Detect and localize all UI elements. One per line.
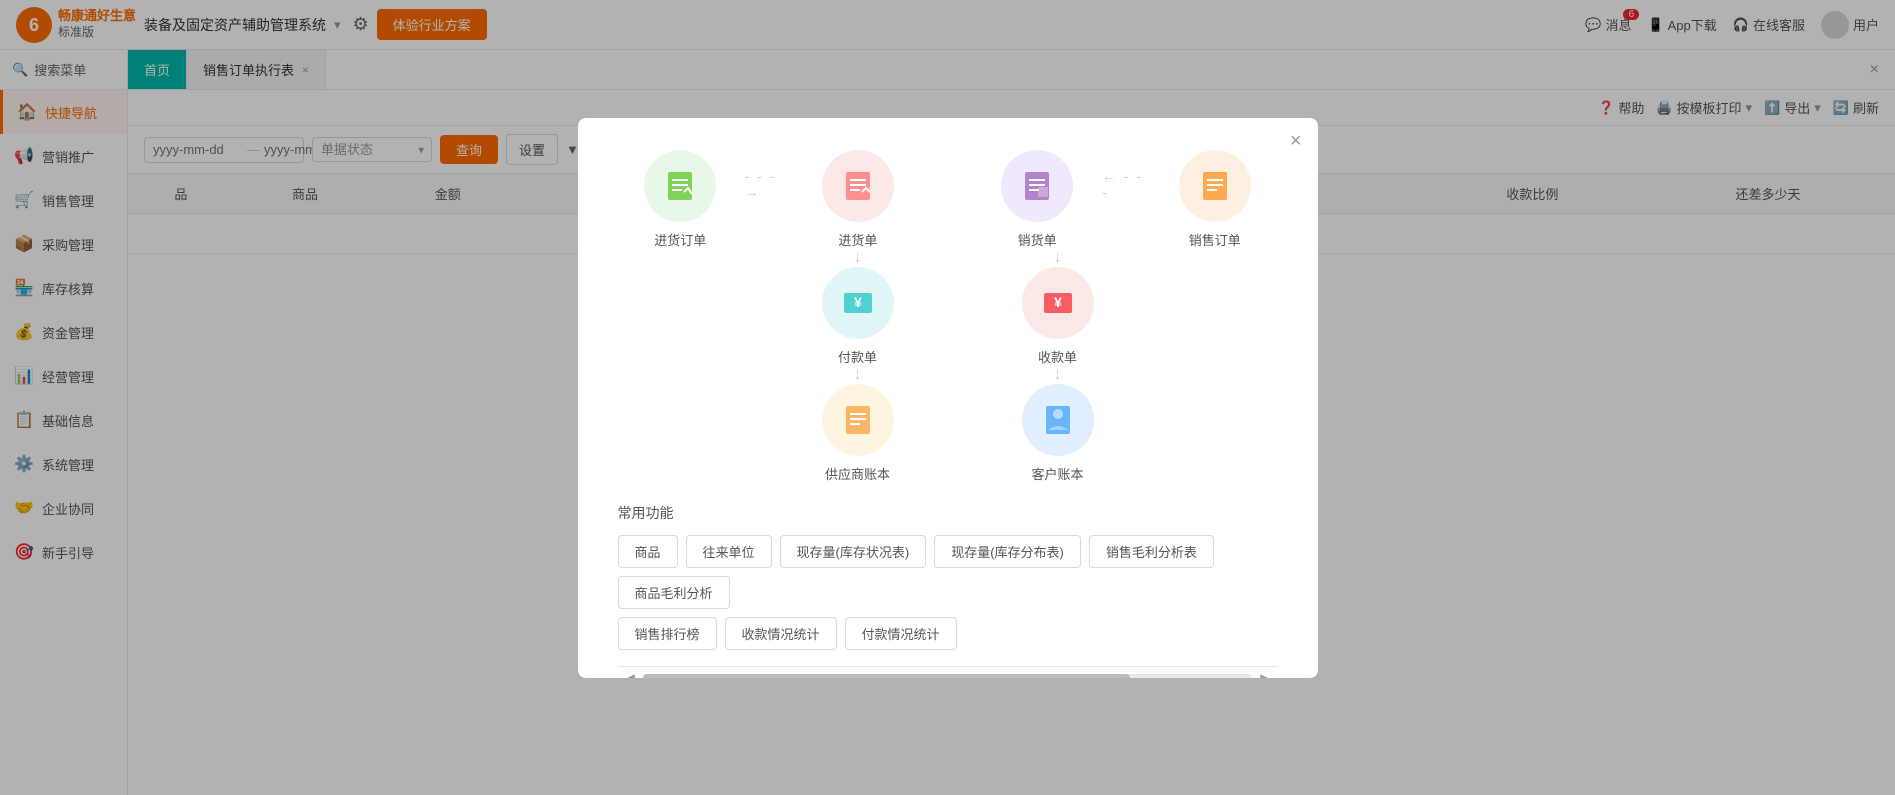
flow-left-group: 进货订单 - - - → — [618, 150, 921, 249]
common-btn-stock-status[interactable]: 现存量(库存状况表) — [780, 535, 927, 568]
sales-order-icon-circle — [1179, 150, 1251, 222]
purchase-order-svg — [662, 168, 698, 204]
flow-sales-order[interactable]: 销售订单 — [1152, 150, 1277, 249]
payment-bill-svg: ¥ — [840, 285, 876, 321]
customer-ledger-svg — [1040, 402, 1076, 438]
flow-down-arrows-row2: ↓ ↓ — [618, 366, 1128, 384]
modal-overlay[interactable]: × — [0, 0, 1895, 795]
scroll-left-arrow[interactable]: ◀ — [626, 671, 635, 678]
down-arrow-payment: ↓ — [788, 366, 928, 384]
flow-supplier-ledger[interactable]: 供应商账本 — [788, 384, 928, 483]
sales-bill-svg — [1019, 168, 1055, 204]
purchase-bill-svg — [840, 168, 876, 204]
flow-sales-bill[interactable]: 销货单 — [974, 150, 1099, 249]
scroll-track[interactable] — [643, 674, 1253, 678]
supplier-ledger-label: 供应商账本 — [825, 464, 890, 483]
scroll-thumb — [643, 674, 1131, 678]
receipt-bill-svg: ¥ — [1040, 285, 1076, 321]
flow-down-arrows-row: ↓ ↓ — [618, 249, 1298, 267]
purchase-order-icon-circle — [644, 150, 716, 222]
purchase-bill-icon-circle — [822, 150, 894, 222]
flow-customer-ledger[interactable]: 客户账本 — [988, 384, 1128, 483]
flow-row-2: ¥ 付款单 ¥ 收款单 — [618, 267, 1128, 366]
common-btn-receipt-stats[interactable]: 收款情况统计 — [725, 617, 837, 650]
common-functions-section: 常用功能 商品 往来单位 现存量(库存状况表) 现存量(库存分布表) 销售毛利分… — [618, 503, 1278, 650]
scroll-area: ◀ ▶ — [618, 666, 1278, 678]
common-btn-stock-dist[interactable]: 现存量(库存分布表) — [934, 535, 1081, 568]
down-arrow-sales-bill: ↓ — [988, 249, 1128, 267]
common-btn-product[interactable]: 商品 — [618, 535, 678, 568]
flow-payment-bill[interactable]: ¥ 付款单 — [788, 267, 928, 366]
common-btn-contacts[interactable]: 往来单位 — [686, 535, 772, 568]
flow-right-group: 销货单 ← - - - — [974, 150, 1277, 249]
flow-purchase-bill[interactable]: 进货单 — [795, 150, 920, 249]
common-btn-payment-stats[interactable]: 付款情况统计 — [845, 617, 957, 650]
purchase-bill-label: 进货单 — [838, 230, 877, 249]
common-btn-sales-ranking[interactable]: 销售排行榜 — [618, 617, 717, 650]
common-btn-product-profit[interactable]: 商品毛利分析 — [618, 576, 730, 609]
flow-receipt-bill[interactable]: ¥ 收款单 — [988, 267, 1128, 366]
dashed-arrow-1: - - - → — [745, 168, 793, 230]
flow-diagram: 进货订单 - - - → — [618, 150, 1278, 483]
down-arrow-purchase-bill: ↓ — [788, 249, 928, 267]
flow-purchase-order[interactable]: 进货订单 — [618, 150, 743, 249]
flow-row-3: 供应商账本 客户账本 — [618, 384, 1128, 483]
modal-close-button[interactable]: × — [1290, 130, 1302, 153]
customer-ledger-icon-circle — [1022, 384, 1094, 456]
sales-bill-icon-circle — [1001, 150, 1073, 222]
flow-row-1: 进货订单 - - - → — [618, 150, 1278, 249]
supplier-ledger-icon-circle — [822, 384, 894, 456]
sales-bill-label: 销货单 — [1018, 230, 1057, 249]
receipt-bill-icon-circle: ¥ — [1022, 267, 1094, 339]
common-buttons-row-1: 商品 往来单位 现存量(库存状况表) 现存量(库存分布表) 销售毛利分析表 商品… — [618, 535, 1278, 609]
scroll-right-arrow[interactable]: ▶ — [1260, 671, 1269, 678]
down-arrow-spacer — [618, 249, 758, 267]
svg-text:¥: ¥ — [854, 294, 862, 310]
modal-dialog: × — [578, 118, 1318, 678]
common-buttons-row-2: 销售排行榜 收款情况统计 付款情况统计 — [618, 617, 1278, 650]
svg-text:¥: ¥ — [1054, 294, 1062, 310]
sales-order-label: 销售订单 — [1189, 230, 1241, 249]
common-functions-title: 常用功能 — [618, 503, 1278, 523]
dashed-arrow-2: ← - - - — [1102, 168, 1150, 230]
common-btn-sales-profit[interactable]: 销售毛利分析表 — [1089, 535, 1214, 568]
payment-bill-label: 付款单 — [838, 347, 877, 366]
payment-bill-icon-circle: ¥ — [822, 267, 894, 339]
receipt-bill-label: 收款单 — [1038, 347, 1077, 366]
down-arrow-receipt: ↓ — [988, 366, 1128, 384]
purchase-order-label: 进货订单 — [654, 230, 706, 249]
sales-order-svg — [1197, 168, 1233, 204]
supplier-ledger-svg — [840, 402, 876, 438]
customer-ledger-label: 客户账本 — [1031, 464, 1083, 483]
